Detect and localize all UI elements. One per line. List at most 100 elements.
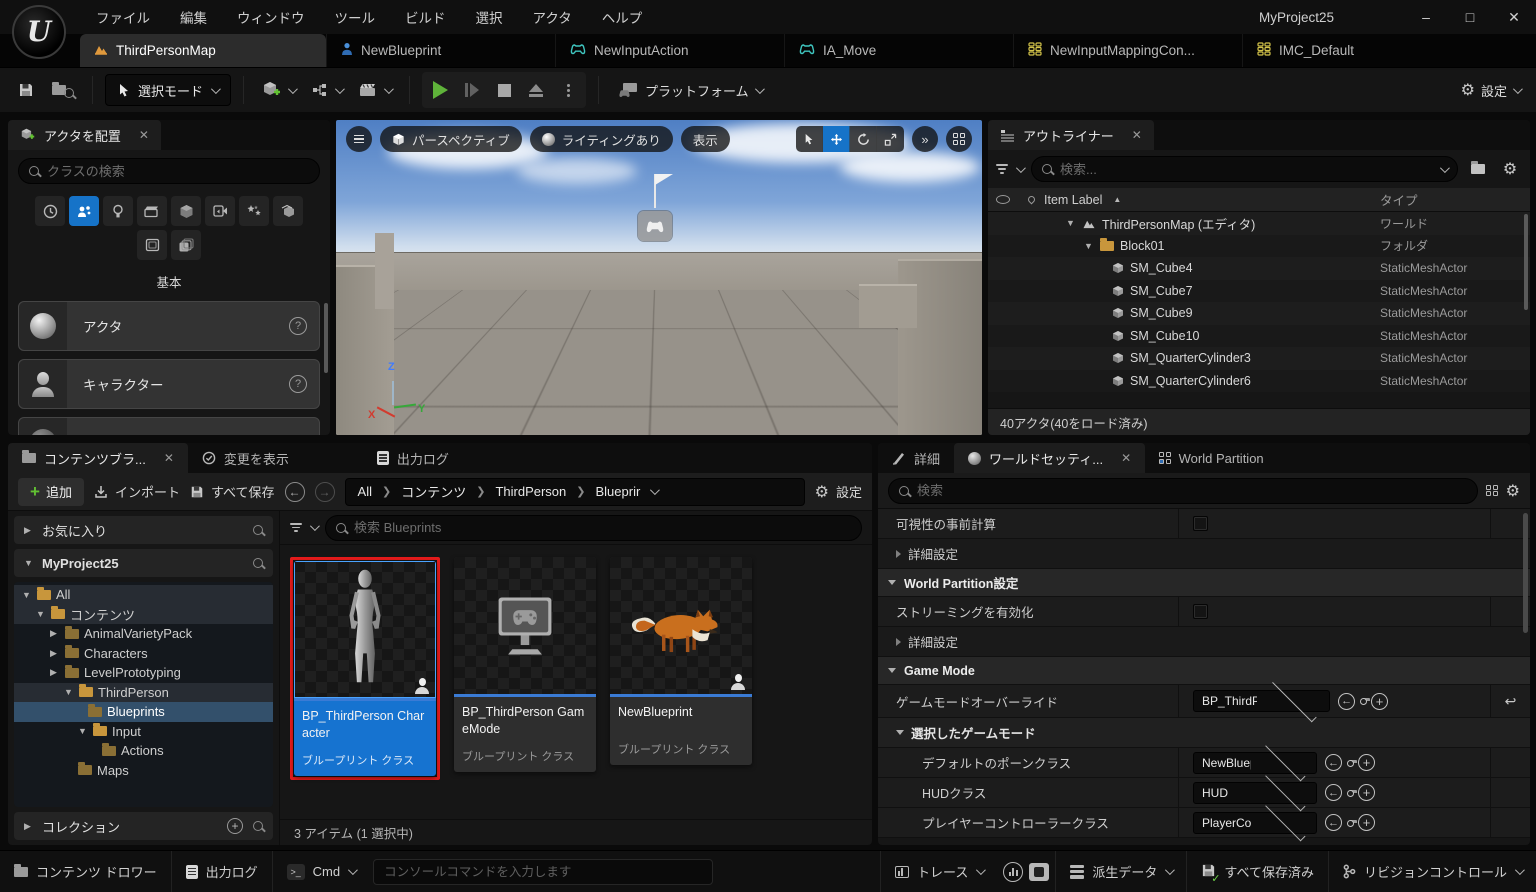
favorites-header[interactable]: お気に入り bbox=[14, 516, 273, 544]
hud-class-dropdown[interactable]: HUD bbox=[1193, 771, 1317, 812]
outliner-row-folder[interactable]: Block01 フォルダ bbox=[988, 234, 1530, 257]
display-grid-icon[interactable] bbox=[1486, 484, 1498, 497]
snapshot-button[interactable] bbox=[1029, 851, 1055, 892]
more-tools-button[interactable]: » bbox=[912, 126, 938, 152]
add-folder-button[interactable] bbox=[1466, 157, 1490, 181]
save-status-button[interactable]: すべて保存済み bbox=[1187, 851, 1328, 892]
default-pawn-dropdown[interactable]: NewBlueprint bbox=[1193, 741, 1317, 782]
menu-select[interactable]: 選択 bbox=[464, 0, 515, 34]
close-icon[interactable]: ✕ bbox=[139, 128, 149, 142]
close-button[interactable]: ✕ bbox=[1492, 2, 1536, 32]
checkbox[interactable] bbox=[1193, 516, 1208, 531]
tree-levelprototyping[interactable]: LevelPrototyping bbox=[14, 663, 273, 683]
category-particles-icon[interactable] bbox=[239, 196, 269, 226]
add-new-icon[interactable] bbox=[1371, 692, 1389, 710]
place-item-partial[interactable] bbox=[18, 417, 320, 435]
menu-build[interactable]: ビルド bbox=[393, 0, 458, 34]
column-type[interactable]: タイプ bbox=[1380, 190, 1530, 209]
add-new-icon[interactable] bbox=[1358, 754, 1375, 771]
cmd-dropdown[interactable]: Cmd bbox=[273, 851, 369, 892]
tab-imcdefault[interactable]: IMC_Default bbox=[1242, 34, 1471, 67]
use-selected-icon[interactable] bbox=[1325, 784, 1342, 801]
world-partition-tab[interactable]: World Partition bbox=[1145, 443, 1278, 473]
visibility-eye-icon[interactable] bbox=[996, 195, 1010, 204]
skip-button[interactable] bbox=[456, 74, 488, 106]
reset-to-default-icon[interactable] bbox=[1505, 693, 1517, 710]
back-button[interactable]: ← bbox=[284, 481, 305, 502]
chevron-down-icon[interactable] bbox=[309, 521, 320, 532]
menu-edit[interactable]: 編集 bbox=[168, 0, 219, 34]
asset-bp-thirdpersoncharacter[interactable]: BP_ThirdPerson Character ブループリント クラス bbox=[294, 561, 436, 776]
collections-header[interactable]: コレクション bbox=[14, 812, 273, 840]
tab-newinputmappingcontext[interactable]: NewInputMappingCon... bbox=[1013, 34, 1242, 67]
class-search-input[interactable] bbox=[47, 163, 309, 179]
tree-maps[interactable]: Maps bbox=[14, 761, 273, 781]
blueprints-button[interactable] bbox=[305, 74, 348, 106]
section-selected-gamemode[interactable]: 選択したゲームモード bbox=[878, 718, 1530, 748]
settings-dropdown[interactable]: 設定 bbox=[1455, 74, 1526, 106]
search-icon[interactable] bbox=[253, 821, 263, 831]
stop-button[interactable] bbox=[488, 74, 520, 106]
chevron-down-icon[interactable] bbox=[1439, 162, 1450, 173]
maximize-button[interactable]: □ bbox=[1448, 2, 1492, 32]
asset-newblueprint[interactable]: NewBlueprint ブループリント クラス bbox=[610, 557, 752, 765]
save-all-button[interactable]: すべて保存 bbox=[190, 482, 275, 501]
cinematics-button[interactable] bbox=[352, 74, 397, 106]
outliner-search-input[interactable] bbox=[1060, 161, 1432, 177]
play-options-button[interactable] bbox=[552, 74, 584, 106]
category-basic-icon[interactable] bbox=[69, 196, 99, 226]
close-icon[interactable]: ✕ bbox=[1121, 451, 1131, 465]
section-game-mode[interactable]: Game Mode bbox=[878, 657, 1530, 685]
level-viewport[interactable]: Z X Y パースペクティブ ライティングあり 表示 » bbox=[336, 120, 982, 435]
output-log-button[interactable]: 出力ログ bbox=[172, 851, 272, 892]
outliner-row-mesh[interactable]: SM_Cube10 StaticMeshActor bbox=[988, 324, 1530, 347]
output-log-tab[interactable]: 出力ログ bbox=[363, 443, 463, 473]
place-item-actor[interactable]: アクタ bbox=[18, 301, 320, 351]
gamemode-override-dropdown[interactable]: BP_ThirdPersonGa bbox=[1193, 677, 1331, 722]
place-actors-tab[interactable]: アクタを配置 ✕ bbox=[8, 120, 161, 150]
category-visual-effects-icon[interactable] bbox=[205, 196, 235, 226]
tree-characters[interactable]: Characters bbox=[14, 644, 273, 664]
tab-iamove[interactable]: IA_Move bbox=[784, 34, 1013, 67]
outliner-search-field[interactable] bbox=[1031, 156, 1458, 182]
minimize-button[interactable]: – bbox=[1404, 2, 1448, 32]
chevron-down-icon[interactable] bbox=[1015, 162, 1026, 173]
viewport-menu-button[interactable] bbox=[346, 126, 372, 152]
add-button[interactable]: 追加 bbox=[18, 477, 84, 506]
column-item-label[interactable]: Item Label ▲ bbox=[1044, 193, 1380, 207]
details-tab[interactable]: 詳細 bbox=[878, 443, 954, 473]
prop-advanced-collapsed[interactable]: 詳細設定 bbox=[878, 539, 1530, 569]
eject-button[interactable] bbox=[520, 74, 552, 106]
breadcrumb-thirdperson[interactable]: ThirdPerson bbox=[495, 484, 566, 499]
show-dropdown[interactable]: 表示 bbox=[680, 126, 730, 152]
content-settings-button[interactable]: 設定 bbox=[815, 482, 862, 502]
unreal-logo-icon[interactable]: U bbox=[12, 5, 66, 59]
menu-file[interactable]: ファイル bbox=[84, 0, 162, 34]
tree-all[interactable]: All bbox=[14, 585, 273, 605]
prop-precompute-visibility[interactable]: 可視性の事前計算 bbox=[878, 509, 1530, 539]
use-selected-icon[interactable] bbox=[1325, 754, 1342, 771]
menu-tools[interactable]: ツール bbox=[323, 0, 388, 34]
asset-search-input[interactable] bbox=[354, 520, 851, 535]
use-selected-icon[interactable] bbox=[1338, 692, 1356, 710]
tree-blueprints[interactable]: Blueprints bbox=[14, 702, 273, 722]
add-new-icon[interactable] bbox=[1358, 784, 1375, 801]
asset-search-field[interactable] bbox=[325, 514, 862, 541]
category-recent-icon[interactable] bbox=[35, 196, 65, 226]
tab-newinputaction[interactable]: NewInputAction bbox=[555, 34, 784, 67]
category-all-classes-icon[interactable] bbox=[171, 230, 201, 260]
settings-search-field[interactable] bbox=[888, 477, 1479, 504]
browse-content-button[interactable] bbox=[46, 74, 80, 106]
filter-icon[interactable] bbox=[290, 522, 302, 533]
scrollbar[interactable] bbox=[1523, 513, 1528, 633]
tab-thirdpersonmap[interactable]: ThirdPersonMap bbox=[80, 34, 326, 67]
tab-newblueprint[interactable]: NewBlueprint bbox=[326, 34, 555, 67]
project-header[interactable]: MyProject25 bbox=[14, 549, 273, 577]
section-world-partition-settings[interactable]: World Partition設定 bbox=[878, 569, 1530, 597]
trace-dropdown[interactable]: トレース bbox=[881, 851, 997, 892]
select-tool[interactable] bbox=[796, 126, 823, 152]
place-item-character[interactable]: キャラクター bbox=[18, 359, 320, 409]
settings-search-input[interactable] bbox=[917, 483, 1468, 498]
player-controller-dropdown[interactable]: PlayerController bbox=[1193, 801, 1317, 842]
grid-snap-button[interactable] bbox=[946, 126, 972, 152]
